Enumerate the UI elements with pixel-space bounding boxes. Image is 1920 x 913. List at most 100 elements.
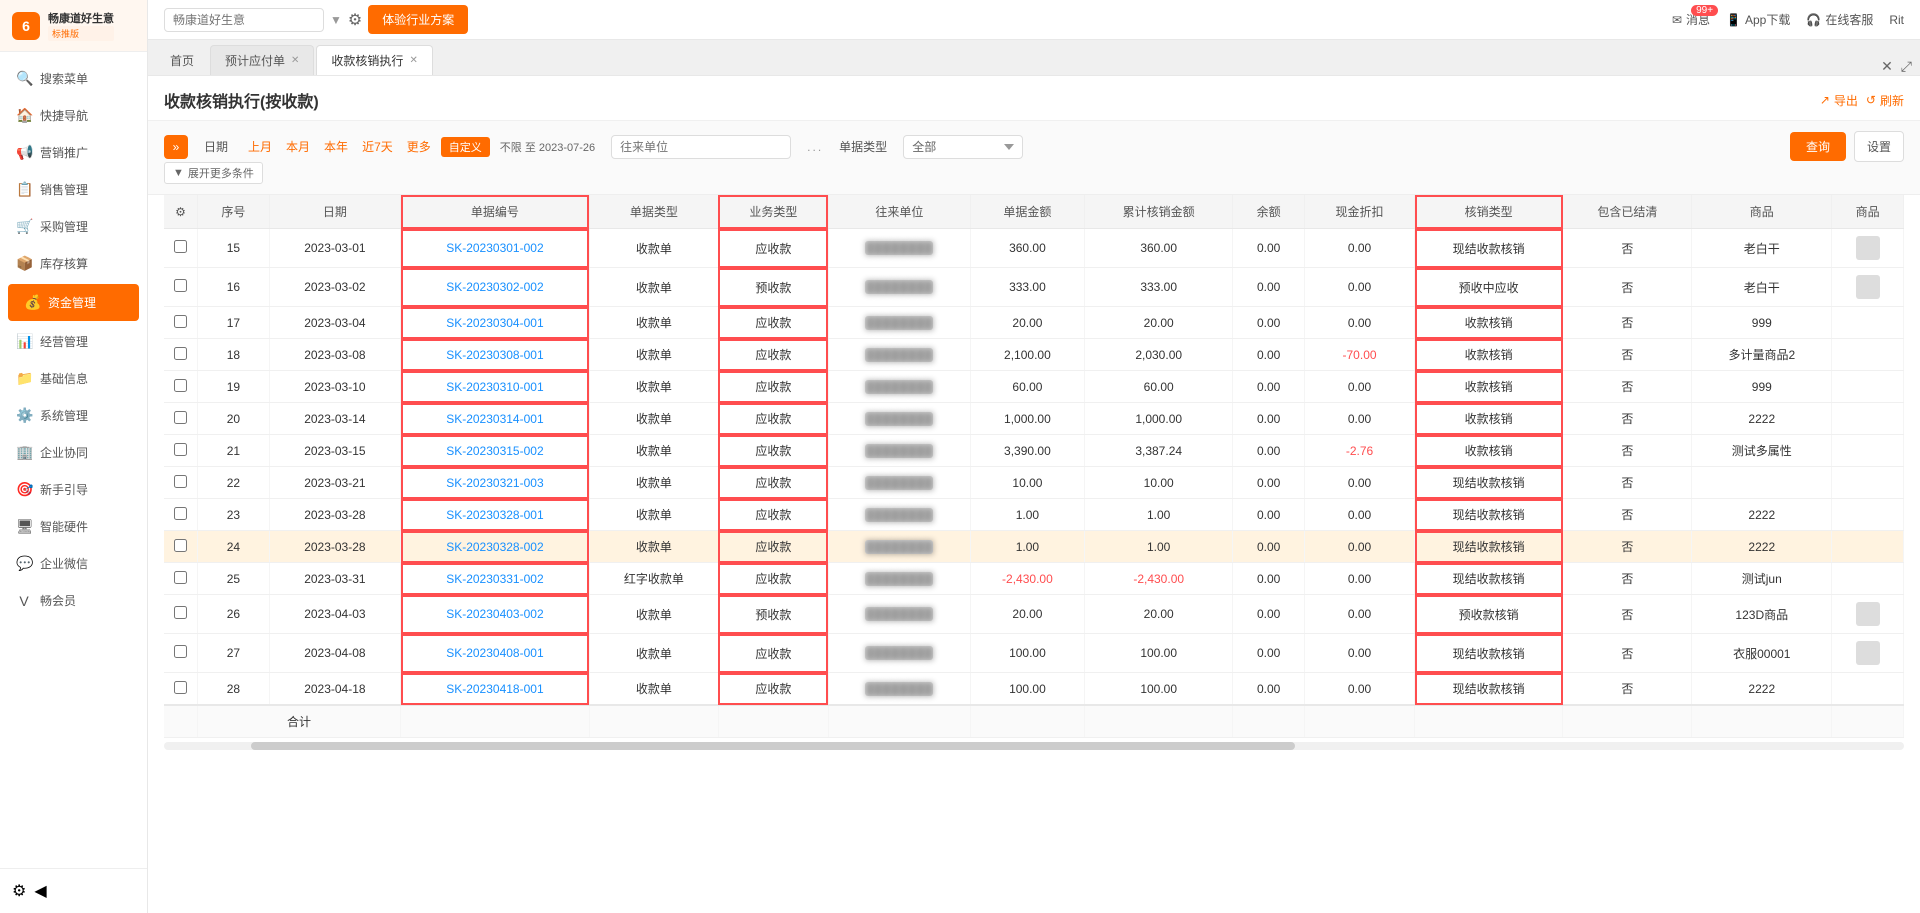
- table-row[interactable]: 22 2023-03-21 SK-20230321-003 收款单 应收款 ██…: [164, 467, 1904, 499]
- sidebar-item-marketing[interactable]: 📢营销推广: [0, 134, 147, 171]
- sidebar-item-member[interactable]: V畅会员: [0, 582, 147, 619]
- sidebar-item-search[interactable]: 🔍搜索菜单: [0, 60, 147, 97]
- cell-checkbox[interactable]: [164, 403, 198, 435]
- tab-payable[interactable]: 预计应付单 ✕: [210, 45, 314, 75]
- doc-no-link[interactable]: SK-20230301-002: [446, 241, 543, 255]
- table-row[interactable]: 15 2023-03-01 SK-20230301-002 收款单 应收款 ██…: [164, 229, 1904, 268]
- collapse-icon[interactable]: ◀: [34, 881, 46, 901]
- cell-checkbox[interactable]: [164, 531, 198, 563]
- app-download-button[interactable]: 📱 App下载: [1726, 11, 1790, 28]
- expand-more-button[interactable]: ▼ 展开更多条件: [164, 162, 263, 184]
- table-row[interactable]: 21 2023-03-15 SK-20230315-002 收款单 应收款 ██…: [164, 435, 1904, 467]
- settings-button[interactable]: 设置: [1854, 131, 1904, 162]
- col-settings[interactable]: ⚙: [164, 195, 198, 229]
- counterparty-value: ████████: [865, 380, 933, 394]
- doc-no-link[interactable]: SK-20230328-002: [446, 540, 543, 554]
- column-settings-icon[interactable]: ⚙: [175, 205, 186, 219]
- sidebar-item-system[interactable]: ⚙️系统管理: [0, 397, 147, 434]
- doc-no-link[interactable]: SK-20230331-002: [446, 572, 543, 586]
- cell-checkbox[interactable]: [164, 467, 198, 499]
- doc-no-link[interactable]: SK-20230310-001: [446, 380, 543, 394]
- cell-checkbox[interactable]: [164, 371, 198, 403]
- cell-doc-type: 收款单: [589, 229, 718, 268]
- doc-no-link[interactable]: SK-20230408-001: [446, 646, 543, 660]
- doc-no-link[interactable]: SK-20230314-001: [446, 412, 543, 426]
- cell-amount: 20.00: [970, 307, 1084, 339]
- cell-checkbox[interactable]: [164, 229, 198, 268]
- topbar-gear-icon[interactable]: ⚙: [348, 10, 362, 30]
- filter-toggle-button[interactable]: »: [164, 135, 188, 159]
- tab-collection[interactable]: 收款核销执行 ✕: [316, 45, 432, 75]
- scrollbar-thumb[interactable]: [251, 742, 1295, 750]
- table-row[interactable]: 28 2023-04-18 SK-20230418-001 收款单 应收款 ██…: [164, 673, 1904, 706]
- doc-no-link[interactable]: SK-20230328-001: [446, 508, 543, 522]
- more-filter-dots[interactable]: ...: [807, 140, 823, 154]
- receipt-type-select[interactable]: 全部: [903, 135, 1023, 159]
- solution-button[interactable]: 体验行业方案: [368, 5, 468, 34]
- brand-search-input[interactable]: [164, 8, 324, 32]
- sidebar-item-enterprise[interactable]: 🏢企业协同: [0, 434, 147, 471]
- horizontal-scrollbar[interactable]: [164, 742, 1904, 750]
- cell-checkbox[interactable]: [164, 673, 198, 706]
- this-year-btn[interactable]: 本年: [320, 136, 352, 157]
- table-row[interactable]: 19 2023-03-10 SK-20230310-001 收款单 应收款 ██…: [164, 371, 1904, 403]
- cell-checkbox[interactable]: [164, 307, 198, 339]
- cell-doc-no: SK-20230315-002: [401, 435, 590, 467]
- sidebar-item-sales[interactable]: 📋销售管理: [0, 171, 147, 208]
- doc-no-link[interactable]: SK-20230308-001: [446, 348, 543, 362]
- table-row[interactable]: 23 2023-03-28 SK-20230328-001 收款单 应收款 ██…: [164, 499, 1904, 531]
- cell-checkbox[interactable]: [164, 563, 198, 595]
- sidebar-item-inventory[interactable]: 📦库存核算: [0, 245, 147, 282]
- table-body: 15 2023-03-01 SK-20230301-002 收款单 应收款 ██…: [164, 229, 1904, 706]
- refresh-button[interactable]: ↺ 刷新: [1866, 92, 1904, 109]
- doc-no-link[interactable]: SK-20230403-002: [446, 607, 543, 621]
- sidebar-item-operation[interactable]: 📊经营管理: [0, 323, 147, 360]
- counterparty-input[interactable]: [611, 135, 791, 159]
- doc-no-link[interactable]: SK-20230418-001: [446, 682, 543, 696]
- tab-payable-close[interactable]: ✕: [291, 55, 299, 66]
- doc-no-link[interactable]: SK-20230304-001: [446, 316, 543, 330]
- table-row[interactable]: 25 2023-03-31 SK-20230331-002 红字收款单 应收款 …: [164, 563, 1904, 595]
- last-7days-btn[interactable]: 近7天: [358, 136, 397, 157]
- tab-collection-close[interactable]: ✕: [409, 55, 417, 66]
- custom-date-btn[interactable]: 自定义: [441, 137, 490, 157]
- sidebar-item-finance[interactable]: 💰资金管理: [8, 284, 139, 321]
- cell-checkbox[interactable]: [164, 499, 198, 531]
- settings-icon[interactable]: ⚙: [12, 881, 26, 901]
- table-row[interactable]: 27 2023-04-08 SK-20230408-001 收款单 应收款 ██…: [164, 634, 1904, 673]
- doc-no-link[interactable]: SK-20230321-003: [446, 476, 543, 490]
- sidebar-bottom[interactable]: ⚙ ◀: [0, 868, 147, 913]
- cell-checkbox[interactable]: [164, 268, 198, 307]
- doc-no-link[interactable]: SK-20230302-002: [446, 280, 543, 294]
- table-row[interactable]: 17 2023-03-04 SK-20230304-001 收款单 应收款 ██…: [164, 307, 1904, 339]
- cell-checkbox[interactable]: [164, 634, 198, 673]
- sidebar-item-wechat[interactable]: 💬企业微信: [0, 545, 147, 582]
- prev-month-btn[interactable]: 上月: [244, 136, 276, 157]
- brand-dropdown-icon[interactable]: ▼: [330, 13, 342, 27]
- service-button[interactable]: 🎧 在线客服: [1806, 11, 1873, 28]
- table-container[interactable]: ⚙ 序号 日期 单据编号 单据类型 业务类型 往来单位 单据金额 累计核销金额 …: [148, 195, 1920, 913]
- doc-no-link[interactable]: SK-20230315-002: [446, 444, 543, 458]
- table-row[interactable]: 26 2023-04-03 SK-20230403-002 收款单 预收款 ██…: [164, 595, 1904, 634]
- sidebar-item-quick-nav[interactable]: 🏠快捷导航: [0, 97, 147, 134]
- table-row[interactable]: 20 2023-03-14 SK-20230314-001 收款单 应收款 ██…: [164, 403, 1904, 435]
- user-name[interactable]: Rit: [1889, 13, 1904, 27]
- table-row[interactable]: 18 2023-03-08 SK-20230308-001 收款单 应收款 ██…: [164, 339, 1904, 371]
- table-row[interactable]: 16 2023-03-02 SK-20230302-002 收款单 预收款 ██…: [164, 268, 1904, 307]
- sidebar-item-hardware[interactable]: 🖥智能硬件: [0, 508, 147, 545]
- cell-checkbox[interactable]: [164, 595, 198, 634]
- sidebar-item-guide[interactable]: 🎯新手引导: [0, 471, 147, 508]
- this-month-btn[interactable]: 本月: [282, 136, 314, 157]
- cell-checkbox[interactable]: [164, 339, 198, 371]
- export-button[interactable]: ↗ 导出: [1820, 92, 1858, 109]
- sidebar-item-basic[interactable]: 📁基础信息: [0, 360, 147, 397]
- cell-checkbox[interactable]: [164, 435, 198, 467]
- tab-expand-icon[interactable]: ⤢: [1901, 58, 1912, 75]
- more-date-btn[interactable]: 更多: [403, 136, 435, 157]
- messages-button[interactable]: ✉ 消息 99+: [1672, 11, 1710, 28]
- tab-home[interactable]: 首页: [156, 46, 208, 75]
- query-button[interactable]: 查询: [1790, 132, 1846, 161]
- tab-close-all-icon[interactable]: ✕: [1881, 58, 1893, 75]
- table-row[interactable]: 24 2023-03-28 SK-20230328-002 收款单 应收款 ██…: [164, 531, 1904, 563]
- sidebar-item-purchase[interactable]: 🛒采购管理: [0, 208, 147, 245]
